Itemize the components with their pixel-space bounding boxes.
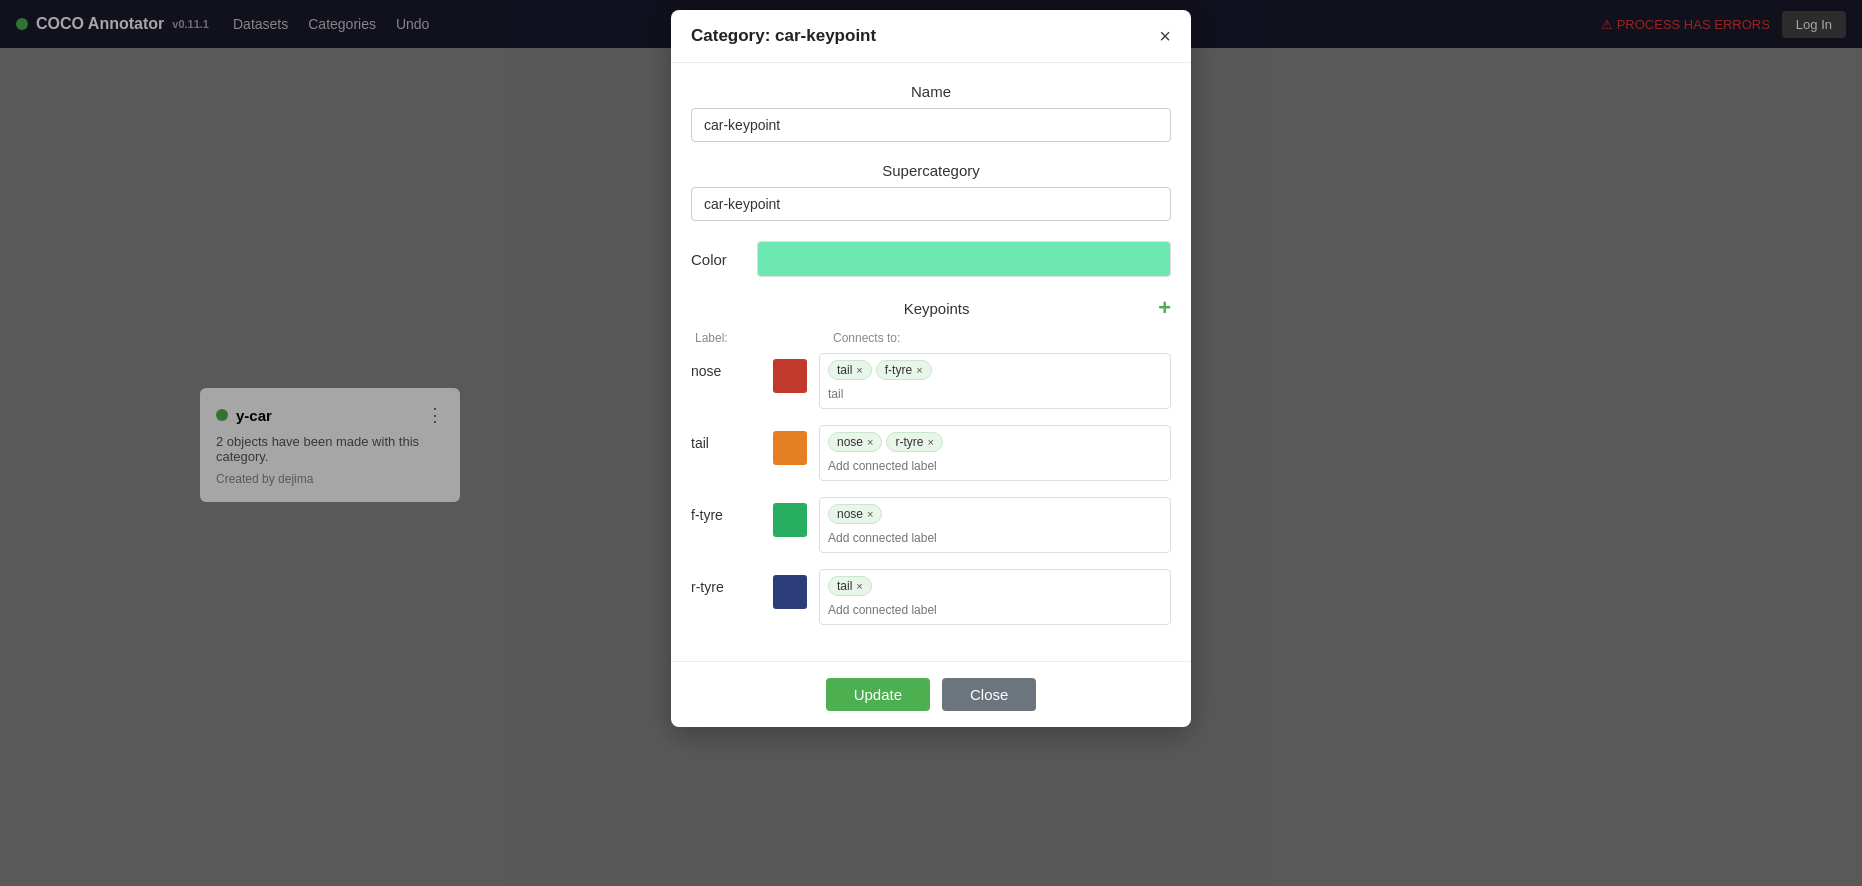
keypoint-connections-nose[interactable]: tail × f-tyre × <box>819 353 1171 409</box>
keypoint-color-nose[interactable] <box>773 359 807 393</box>
supercategory-input[interactable] <box>691 187 1171 221</box>
keypoint-row-rtyre: r-tyre tail × <box>691 569 1171 625</box>
kp-column-headers: Label: Connects to: <box>691 331 1171 345</box>
kp-tag-nose-ftyre-remove[interactable]: × <box>867 509 873 520</box>
keypoint-color-rtyre[interactable] <box>773 575 807 609</box>
keypoints-title: Keypoints <box>715 300 1158 317</box>
kp-tag-tail-rtyre-remove[interactable]: × <box>856 581 862 592</box>
kp-tag-nose: nose × <box>828 432 882 452</box>
modal-footer: Update Close <box>671 661 1191 727</box>
update-button[interactable]: Update <box>826 678 930 711</box>
kp-tag-tail-rtyre-label: tail <box>837 579 852 593</box>
kp-tag-ftyre: f-tyre × <box>876 360 932 380</box>
kp-tags-nose: tail × f-tyre × <box>828 360 1162 380</box>
kp-tag-tail-remove[interactable]: × <box>856 365 862 376</box>
name-label: Name <box>691 83 1171 100</box>
kp-add-input-nose[interactable] <box>828 387 1162 401</box>
keypoint-connections-ftyre[interactable]: nose × <box>819 497 1171 553</box>
color-row: Color <box>691 241 1171 277</box>
keypoint-name-nose: nose <box>691 353 761 379</box>
modal-close-button[interactable]: × <box>1159 26 1171 46</box>
keypoint-name-ftyre: f-tyre <box>691 497 761 523</box>
keypoint-connections-rtyre[interactable]: tail × <box>819 569 1171 625</box>
keypoint-connections-tail[interactable]: nose × r-tyre × <box>819 425 1171 481</box>
keypoint-name-tail: tail <box>691 425 761 451</box>
kp-add-input-tail[interactable] <box>828 459 1162 473</box>
keypoint-row-ftyre: f-tyre nose × <box>691 497 1171 553</box>
modal-header: Category: car-keypoint × <box>671 10 1191 63</box>
kp-add-input-rtyre[interactable] <box>828 603 1162 617</box>
kp-tag-tail-rtyre: tail × <box>828 576 872 596</box>
keypoint-name-rtyre: r-tyre <box>691 569 761 595</box>
kp-label-header: Label: <box>695 331 825 345</box>
close-button[interactable]: Close <box>942 678 1036 711</box>
kp-tag-tail-label: tail <box>837 363 852 377</box>
kp-tags-tail: nose × r-tyre × <box>828 432 1162 452</box>
kp-tag-nose-ftyre: nose × <box>828 504 882 524</box>
modal-title: Category: car-keypoint <box>691 26 876 46</box>
kp-tag-rtyre: r-tyre × <box>886 432 942 452</box>
add-keypoint-button[interactable]: + <box>1158 297 1171 319</box>
kp-tag-nose-ftyre-label: nose <box>837 507 863 521</box>
modal-overlay: Category: car-keypoint × Name Supercateg… <box>0 0 1862 886</box>
kp-tag-ftyre-remove[interactable]: × <box>916 365 922 376</box>
keypoints-section: Keypoints + Label: Connects to: nose tai… <box>691 297 1171 625</box>
color-swatch[interactable] <box>757 241 1171 277</box>
keypoint-row-tail: tail nose × r-tyre × <box>691 425 1171 481</box>
kp-tag-nose-remove[interactable]: × <box>867 437 873 448</box>
supercategory-group: Supercategory <box>691 162 1171 221</box>
keypoint-row-nose: nose tail × f-tyre × <box>691 353 1171 409</box>
kp-add-input-ftyre[interactable] <box>828 531 1162 545</box>
modal-body: Name Supercategory Color Keypoints + <box>671 63 1191 661</box>
kp-tags-ftyre: nose × <box>828 504 1162 524</box>
kp-tag-rtyre-remove[interactable]: × <box>927 437 933 448</box>
kp-connects-header: Connects to: <box>833 331 1171 345</box>
name-group: Name <box>691 83 1171 142</box>
kp-tag-nose-label: nose <box>837 435 863 449</box>
keypoint-color-tail[interactable] <box>773 431 807 465</box>
name-input[interactable] <box>691 108 1171 142</box>
color-label: Color <box>691 251 741 268</box>
kp-tag-rtyre-label: r-tyre <box>895 435 923 449</box>
keypoints-header: Keypoints + <box>691 297 1171 319</box>
category-modal: Category: car-keypoint × Name Supercateg… <box>671 10 1191 727</box>
kp-tags-rtyre: tail × <box>828 576 1162 596</box>
keypoint-color-ftyre[interactable] <box>773 503 807 537</box>
kp-tag-ftyre-label: f-tyre <box>885 363 912 377</box>
kp-tag-tail: tail × <box>828 360 872 380</box>
supercategory-label: Supercategory <box>691 162 1171 179</box>
